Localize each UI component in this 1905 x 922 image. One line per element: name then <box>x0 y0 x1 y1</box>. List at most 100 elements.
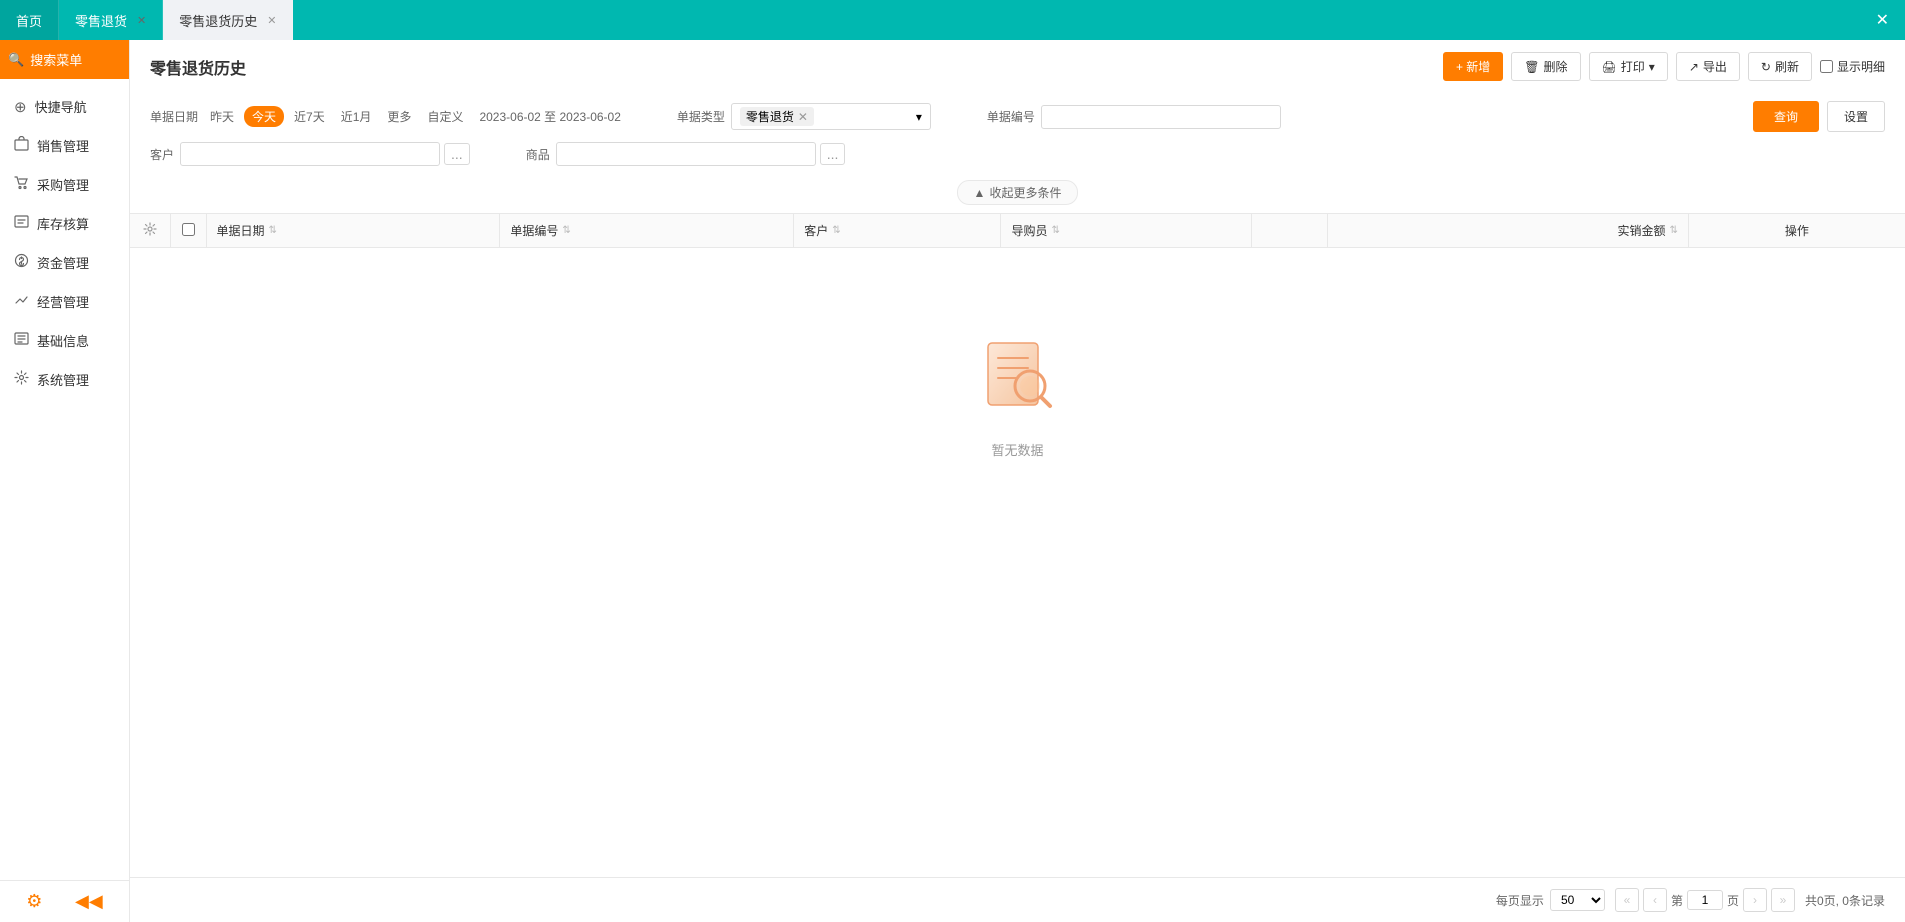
inventory-icon <box>14 214 29 233</box>
doc-type-select[interactable]: 零售退货 ✕ ▾ <box>731 103 931 130</box>
tab-close-history[interactable]: ✕ <box>267 14 276 27</box>
table-header-row: 单据日期 ⇅ 单据编号 ⇅ 客户 <box>130 214 1905 248</box>
pagination: « ‹ 第 页 › » <box>1615 888 1795 912</box>
date-btn-1month[interactable]: 近1月 <box>335 106 378 127</box>
date-filter-label: 单据日期 <box>150 108 198 125</box>
th-spacer <box>1252 214 1328 248</box>
operations-icon <box>14 292 29 311</box>
sort-customer-icon[interactable]: ⇅ <box>832 225 840 236</box>
search-icon: 🔍 <box>8 52 24 68</box>
customer-input[interactable] <box>180 142 440 166</box>
refresh-icon: ↻ <box>1761 60 1771 74</box>
th-customer[interactable]: 客户 ⇅ <box>794 214 1001 248</box>
new-button[interactable]: + 新增 <box>1443 52 1503 81</box>
doc-number-filter: 单据编号 <box>987 105 1281 129</box>
collapse-label: 收起更多条件 <box>989 184 1061 201</box>
date-btn-more[interactable]: 更多 <box>381 106 417 127</box>
goods-input[interactable] <box>556 142 816 166</box>
sidebar-item-label: 快捷导航 <box>35 97 87 116</box>
sidebar-item-label: 经营管理 <box>37 292 89 311</box>
th-checkbox[interactable] <box>170 214 206 248</box>
doc-type-filter: 单据类型 零售退货 ✕ ▾ <box>677 103 931 130</box>
page-suffix: 页 <box>1727 892 1739 909</box>
th-number[interactable]: 单据编号 ⇅ <box>500 214 794 248</box>
prev-page-button[interactable]: ‹ <box>1643 888 1667 912</box>
empty-row: 暂无数据 <box>130 248 1905 540</box>
data-table: 单据日期 ⇅ 单据编号 ⇅ 客户 <box>130 214 1905 539</box>
sidebar-item-inventory[interactable]: 库存核算 <box>0 204 129 243</box>
date-btn-custom[interactable]: 自定义 <box>421 106 469 127</box>
sidebar-search[interactable]: 🔍 搜索菜单 <box>0 40 129 79</box>
filter-action-buttons: 查询 设置 <box>1753 101 1885 132</box>
sort-number-icon[interactable]: ⇅ <box>562 225 570 236</box>
sidebar-item-basic-info[interactable]: 基础信息 <box>0 321 129 360</box>
print-button[interactable]: 🖨 打印 ▾ <box>1589 52 1668 81</box>
sidebar-search-label: 搜索菜单 <box>30 50 82 69</box>
doc-type-label: 单据类型 <box>677 108 725 125</box>
sidebar-item-quick-nav[interactable]: ⊕ 快捷导航 <box>0 87 129 126</box>
page-size-label: 每页显示 <box>1496 892 1544 909</box>
table-body: 暂无数据 <box>130 248 1905 540</box>
sidebar-item-label: 采购管理 <box>37 175 89 194</box>
doc-type-remove[interactable]: ✕ <box>798 110 808 124</box>
sidebar-item-sales[interactable]: 销售管理 <box>0 126 129 165</box>
window-close-button[interactable]: ✕ <box>1860 0 1905 40</box>
refresh-button[interactable]: ↻ 刷新 <box>1748 52 1812 81</box>
sidebar-item-operations[interactable]: 经营管理 <box>0 282 129 321</box>
content-area: 零售退货历史 + 新增 🗑 删除 🖨 打印 ▾ ↗ 导出 <box>130 40 1905 922</box>
goods-browse-button[interactable]: ... <box>820 143 846 165</box>
tab-retail-return[interactable]: 零售退货 ✕ <box>59 0 163 40</box>
date-btn-yesterday[interactable]: 昨天 <box>204 106 240 127</box>
tab-home[interactable]: 首页 <box>0 0 59 40</box>
export-icon: ↗ <box>1689 60 1699 74</box>
sidebar-settings-button[interactable]: ⚙ <box>26 891 42 912</box>
delete-icon: 🗑 <box>1524 60 1539 74</box>
page-input[interactable] <box>1687 890 1723 910</box>
goods-label: 商品 <box>526 146 550 163</box>
sidebar-nav: ⊕ 快捷导航 销售管理 采购管理 库存核算 <box>0 79 129 880</box>
export-button[interactable]: ↗ 导出 <box>1676 52 1740 81</box>
sidebar-item-system[interactable]: 系统管理 <box>0 360 129 399</box>
customer-browse-button[interactable]: ... <box>444 143 470 165</box>
th-amount[interactable]: 实销金额 ⇅ <box>1327 214 1688 248</box>
doc-number-input[interactable] <box>1041 105 1281 129</box>
customer-filter: 客户 ... <box>150 142 470 166</box>
filter-row-1: 单据日期 昨天 今天 近7天 近1月 更多 自定义 2023-06-02 至 2… <box>150 101 1885 132</box>
show-detail-checkbox-label[interactable]: 显示明细 <box>1820 58 1885 75</box>
sidebar-bottom: ⚙ ◀◀ <box>0 880 129 922</box>
sales-icon <box>14 136 29 155</box>
tab-close-retail-return[interactable]: ✕ <box>137 14 146 27</box>
page-title: 零售退货历史 <box>150 55 246 79</box>
select-all-checkbox[interactable] <box>182 223 195 236</box>
sidebar-item-label: 资金管理 <box>37 253 89 272</box>
tab-retail-return-history[interactable]: 零售退货历史 ✕ <box>163 0 293 40</box>
sidebar: 🔍 搜索菜单 ⊕ 快捷导航 销售管理 采购管理 <box>0 40 130 922</box>
toolbar: + 新增 🗑 删除 🖨 打印 ▾ ↗ 导出 ↻ <box>1443 52 1885 81</box>
main-layout: 🔍 搜索菜单 ⊕ 快捷导航 销售管理 采购管理 <box>0 40 1905 922</box>
first-page-button[interactable]: « <box>1615 888 1639 912</box>
settings-button[interactable]: 设置 <box>1827 101 1885 132</box>
last-page-button[interactable]: » <box>1771 888 1795 912</box>
doc-type-tag: 零售退货 ✕ <box>740 107 814 126</box>
next-page-button[interactable]: › <box>1743 888 1767 912</box>
sort-amount-icon[interactable]: ⇅ <box>1669 225 1677 236</box>
sidebar-item-purchase[interactable]: 采购管理 <box>0 165 129 204</box>
collapse-button[interactable]: ▲ 收起更多条件 <box>957 180 1079 205</box>
date-btn-7days[interactable]: 近7天 <box>288 106 331 127</box>
customer-label: 客户 <box>150 146 174 163</box>
date-range-text: 2023-06-02 至 2023-06-02 <box>479 108 620 125</box>
dropdown-icon: ▾ <box>916 110 922 124</box>
date-btn-today[interactable]: 今天 <box>244 106 284 127</box>
page-size-dropdown[interactable]: 20 50 100 <box>1550 889 1605 911</box>
sidebar-item-finance[interactable]: 资金管理 <box>0 243 129 282</box>
query-button[interactable]: 查询 <box>1753 101 1819 132</box>
sidebar-audio-button[interactable]: ◀◀ <box>75 891 103 912</box>
tab-spacer <box>293 0 1859 40</box>
sort-date-icon[interactable]: ⇅ <box>269 225 277 236</box>
delete-button[interactable]: 🗑 删除 <box>1511 52 1580 81</box>
show-detail-checkbox[interactable] <box>1820 60 1833 73</box>
th-guide[interactable]: 导购员 ⇅ <box>1001 214 1252 248</box>
th-date[interactable]: 单据日期 ⇅ <box>206 214 500 248</box>
page-header: 零售退货历史 + 新增 🗑 删除 🖨 打印 ▾ ↗ 导出 <box>130 40 1905 214</box>
sort-guide-icon[interactable]: ⇅ <box>1052 225 1060 236</box>
